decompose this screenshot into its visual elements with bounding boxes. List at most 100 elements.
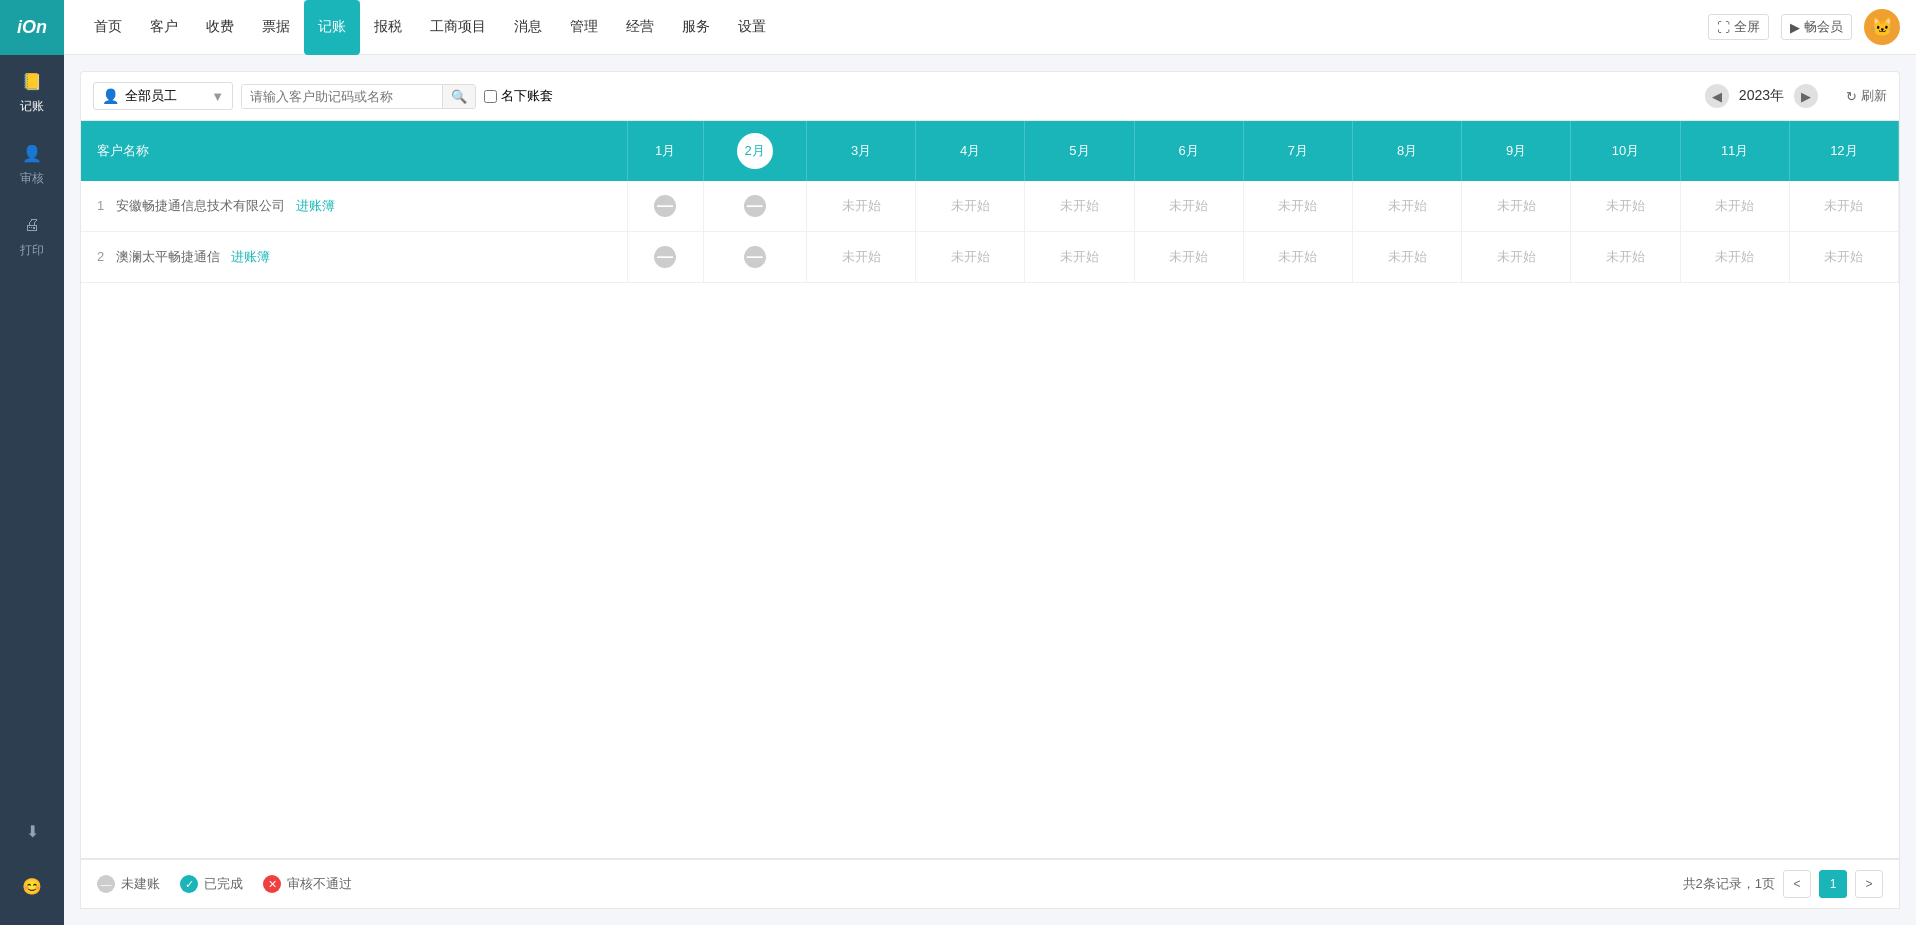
download-icon: ⬇ bbox=[18, 817, 46, 845]
employee-icon: 👤 bbox=[102, 88, 119, 104]
employee-select[interactable]: 👤 全部员工 ▼ bbox=[93, 82, 233, 110]
col-header-m1: 1月 bbox=[627, 121, 703, 181]
cell-m10: 未开始 bbox=[1571, 181, 1680, 232]
search-input[interactable] bbox=[242, 85, 442, 108]
table-body: 1 安徽畅捷通信息技术有限公司 进账簿——未开始未开始未开始未开始未开始未开始未… bbox=[81, 181, 1899, 283]
customer-name: 澳澜太平畅捷通信 bbox=[116, 249, 220, 264]
cell-m3: 未开始 bbox=[806, 181, 915, 232]
col-header-name: 客户名称 bbox=[81, 121, 627, 181]
enter-ledger-link[interactable]: 进账簿 bbox=[296, 198, 335, 213]
nav-tax[interactable]: 报税 bbox=[360, 0, 416, 55]
cell-m2: — bbox=[703, 181, 806, 232]
status-dash-icon: — bbox=[654, 246, 676, 268]
col-header-m8: 8月 bbox=[1352, 121, 1461, 181]
footer: 未建账 已完成 审核不通过 共2条记录，1页 < 1 > bbox=[80, 859, 1900, 909]
status-not-started: 未开始 bbox=[951, 249, 990, 264]
fullscreen-button[interactable]: ⛶ 全屏 bbox=[1708, 14, 1769, 40]
refresh-button[interactable]: ↻ 刷新 bbox=[1846, 87, 1887, 105]
sidebar-item-download[interactable]: ⬇ bbox=[0, 805, 64, 860]
status-not-started: 未开始 bbox=[1169, 249, 1208, 264]
checkbox-minxia[interactable]: 名下账套 bbox=[484, 87, 553, 105]
nav-bookkeeping[interactable]: 记账 bbox=[304, 0, 360, 55]
status-dash-icon: — bbox=[744, 195, 766, 217]
sidebar-item-print[interactable]: 🖨 打印 bbox=[0, 199, 64, 271]
cell-m7: 未开始 bbox=[1243, 232, 1352, 283]
nav-billing[interactable]: 收费 bbox=[192, 0, 248, 55]
year-label: 2023年 bbox=[1739, 87, 1784, 105]
minxia-checkbox[interactable] bbox=[484, 90, 497, 103]
nav-message[interactable]: 消息 bbox=[500, 0, 556, 55]
topnav-right: ⛶ 全屏 ▶ 畅会员 🐱 bbox=[1708, 9, 1900, 45]
page-current-button[interactable]: 1 bbox=[1819, 870, 1847, 898]
print-icon: 🖨 bbox=[18, 211, 46, 239]
status-not-started: 未开始 bbox=[1060, 249, 1099, 264]
data-table: 客户名称 1月 2月 3月 4月 5月 6月 7月 8月 9月 10月 11月 bbox=[81, 121, 1899, 283]
bookkeeping-icon: 📒 bbox=[18, 67, 46, 95]
cell-m3: 未开始 bbox=[806, 232, 915, 283]
legend-dot-teal bbox=[180, 875, 198, 893]
search-button[interactable]: 🔍 bbox=[442, 85, 475, 108]
col-header-m9: 9月 bbox=[1462, 121, 1571, 181]
nav-home[interactable]: 首页 bbox=[80, 0, 136, 55]
nav-customer[interactable]: 客户 bbox=[136, 0, 192, 55]
status-not-started: 未开始 bbox=[1388, 198, 1427, 213]
support-icon: 😊 bbox=[18, 872, 46, 900]
dropdown-arrow-icon: ▼ bbox=[211, 89, 224, 104]
search-wrap: 🔍 bbox=[241, 84, 476, 109]
avatar[interactable]: 🐱 bbox=[1864, 9, 1900, 45]
sidebar-item-support[interactable]: 😊 bbox=[0, 860, 64, 915]
cell-m9: 未开始 bbox=[1462, 232, 1571, 283]
nav-settings[interactable]: 设置 bbox=[724, 0, 780, 55]
status-not-started: 未开始 bbox=[1388, 249, 1427, 264]
member-icon: ▶ bbox=[1790, 20, 1800, 35]
member-button[interactable]: ▶ 畅会员 bbox=[1781, 14, 1852, 40]
nav-manage[interactable]: 管理 bbox=[556, 0, 612, 55]
enter-ledger-link[interactable]: 进账簿 bbox=[231, 249, 270, 264]
col-header-m6: 6月 bbox=[1134, 121, 1243, 181]
year-prev-button[interactable]: ◀ bbox=[1705, 84, 1729, 108]
main-layout: 首页 客户 收费 票据 记账 报税 工商项目 消息 管理 经营 服务 设置 ⛶ … bbox=[64, 0, 1916, 925]
col-header-m10: 10月 bbox=[1571, 121, 1680, 181]
nav-operation[interactable]: 经营 bbox=[612, 0, 668, 55]
table-row: 2 澳澜太平畅捷通信 进账簿——未开始未开始未开始未开始未开始未开始未开始未开始… bbox=[81, 232, 1899, 283]
customer-name: 安徽畅捷通信息技术有限公司 bbox=[116, 198, 285, 213]
active-month-circle: 2月 bbox=[737, 133, 773, 169]
col-header-m11: 11月 bbox=[1680, 121, 1789, 181]
content: 👤 全部员工 ▼ 🔍 名下账套 ◀ 2023年 ▶ ↻ bbox=[64, 55, 1916, 925]
status-not-started: 未开始 bbox=[951, 198, 990, 213]
cell-m6: 未开始 bbox=[1134, 181, 1243, 232]
status-not-started: 未开始 bbox=[1824, 198, 1863, 213]
cell-m2: — bbox=[703, 232, 806, 283]
row-num: 1 bbox=[97, 198, 104, 213]
nav-bizitem[interactable]: 工商项目 bbox=[416, 0, 500, 55]
cell-m6: 未开始 bbox=[1134, 232, 1243, 283]
cell-m11: 未开始 bbox=[1680, 232, 1789, 283]
page-next-button[interactable]: > bbox=[1855, 870, 1883, 898]
cell-name: 1 安徽畅捷通信息技术有限公司 进账簿 bbox=[81, 181, 627, 232]
pagination: 共2条记录，1页 < 1 > bbox=[1683, 870, 1883, 898]
status-not-started: 未开始 bbox=[842, 198, 881, 213]
table-wrap: 客户名称 1月 2月 3月 4月 5月 6月 7月 8月 9月 10月 11月 bbox=[80, 120, 1900, 859]
col-header-m5: 5月 bbox=[1025, 121, 1134, 181]
nav-invoice[interactable]: 票据 bbox=[248, 0, 304, 55]
nav-service[interactable]: 服务 bbox=[668, 0, 724, 55]
year-next-button[interactable]: ▶ bbox=[1794, 84, 1818, 108]
col-header-m2: 2月 bbox=[703, 121, 806, 181]
status-not-started: 未开始 bbox=[1715, 198, 1754, 213]
sidebar-bottom: ⬇ 😊 bbox=[0, 805, 64, 925]
status-not-started: 未开始 bbox=[1606, 198, 1645, 213]
page-prev-button[interactable]: < bbox=[1783, 870, 1811, 898]
status-not-started: 未开始 bbox=[842, 249, 881, 264]
fullscreen-icon: ⛶ bbox=[1717, 20, 1730, 35]
sidebar-item-audit[interactable]: 👤 审核 bbox=[0, 127, 64, 199]
cell-m4: 未开始 bbox=[916, 181, 1025, 232]
col-header-m3: 3月 bbox=[806, 121, 915, 181]
logo[interactable]: iOn bbox=[0, 0, 64, 55]
cell-m9: 未开始 bbox=[1462, 181, 1571, 232]
legend-completed: 已完成 bbox=[180, 875, 243, 893]
legend-not-created: 未建账 bbox=[97, 875, 160, 893]
table-header-row: 客户名称 1月 2月 3月 4月 5月 6月 7月 8月 9月 10月 11月 bbox=[81, 121, 1899, 181]
legend-dot-grey bbox=[97, 875, 115, 893]
year-nav: ◀ 2023年 ▶ bbox=[1705, 84, 1818, 108]
sidebar-item-bookkeeping[interactable]: 📒 记账 bbox=[0, 55, 64, 127]
